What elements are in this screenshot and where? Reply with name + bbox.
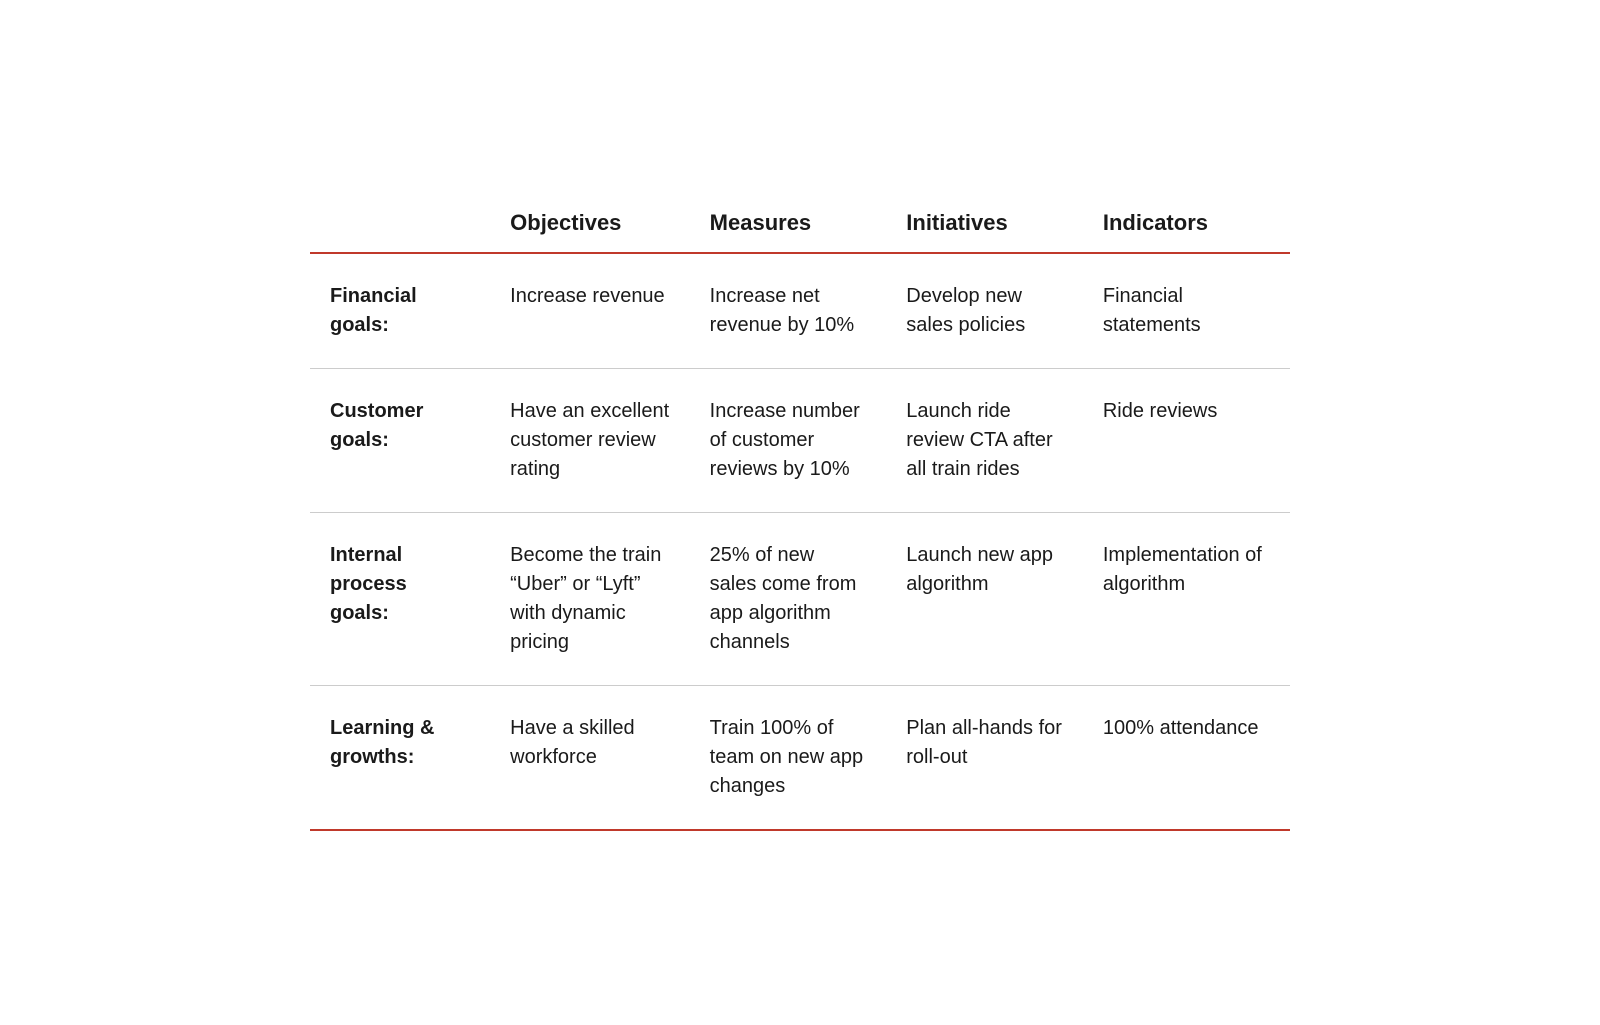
cell-internal-measures: 25% of new sales come from app algorithm… [690,513,887,686]
row-label-financial: Financial goals: [310,253,490,369]
cell-financial-objectives: Increase revenue [490,253,690,369]
cell-internal-initiatives: Launch new app algorithm [886,513,1083,686]
row-label-learning: Learning & growths: [310,686,490,831]
header-category [310,194,490,253]
cell-customer-indicators: Ride reviews [1083,369,1290,513]
header-indicators: Indicators [1083,194,1290,253]
cell-internal-indicators: Implementation of algorithm [1083,513,1290,686]
table-row: Learning & growths: Have a skilled workf… [310,686,1290,831]
cell-financial-initiatives: Develop new sales policies [886,253,1083,369]
cell-customer-measures: Increase number of customer reviews by 1… [690,369,887,513]
cell-learning-objectives: Have a skilled workforce [490,686,690,831]
table-row: Customer goals: Have an excellent custom… [310,369,1290,513]
table-row: Internal process goals: Become the train… [310,513,1290,686]
header-objectives: Objectives [490,194,690,253]
cell-customer-objectives: Have an excellent customer review rating [490,369,690,513]
scorecard-table: Objectives Measures Initiatives Indicato… [310,194,1290,831]
cell-learning-initiatives: Plan all-hands for roll-out [886,686,1083,831]
cell-financial-measures: Increase net revenue by 10% [690,253,887,369]
table-row: Financial goals: Increase revenue Increa… [310,253,1290,369]
cell-customer-initiatives: Launch ride review CTA after all train r… [886,369,1083,513]
cell-learning-indicators: 100% attendance [1083,686,1290,831]
header-initiatives: Initiatives [886,194,1083,253]
row-label-customer: Customer goals: [310,369,490,513]
table-header-row: Objectives Measures Initiatives Indicato… [310,194,1290,253]
cell-financial-indicators: Financial statements [1083,253,1290,369]
header-measures: Measures [690,194,887,253]
row-label-internal: Internal process goals: [310,513,490,686]
cell-learning-measures: Train 100% of team on new app changes [690,686,887,831]
scorecard-table-container: Objectives Measures Initiatives Indicato… [250,154,1350,871]
cell-internal-objectives: Become the train “Uber” or “Lyft” with d… [490,513,690,686]
